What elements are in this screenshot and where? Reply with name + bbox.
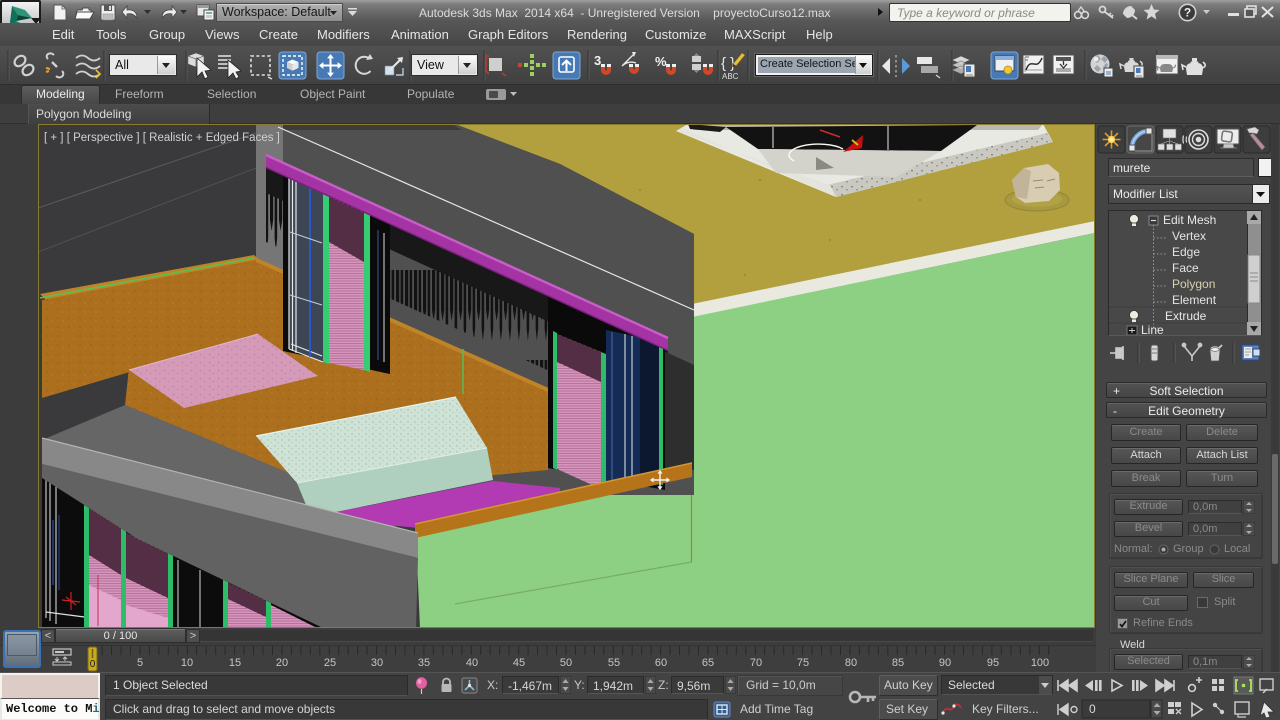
svg-text:Edit Mesh: Edit Mesh bbox=[1163, 213, 1216, 227]
svg-text:Edge: Edge bbox=[1172, 245, 1200, 259]
svg-text:?: ? bbox=[1184, 6, 1191, 20]
svg-text:3: 3 bbox=[594, 53, 601, 68]
svg-text:Line: Line bbox=[1141, 323, 1164, 335]
svg-text:65: 65 bbox=[702, 657, 714, 669]
svg-text:[ + ] [ Perspective ] [ Realis: [ + ] [ Perspective ] [ Realistic + Edge… bbox=[44, 132, 280, 144]
svg-text:70: 70 bbox=[750, 657, 762, 669]
svg-text:45: 45 bbox=[513, 657, 525, 669]
svg-text:Polygon: Polygon bbox=[1172, 277, 1215, 291]
svg-text:10: 10 bbox=[181, 657, 193, 669]
svg-text:Face: Face bbox=[1172, 261, 1199, 275]
svg-text:25: 25 bbox=[324, 657, 336, 669]
svg-text:35: 35 bbox=[418, 657, 430, 669]
svg-text:90: 90 bbox=[939, 657, 951, 669]
svg-text:55: 55 bbox=[608, 657, 620, 669]
svg-text:0: 0 bbox=[90, 659, 96, 670]
svg-text:0: 0 bbox=[1089, 702, 1096, 716]
svg-text:Extrude: Extrude bbox=[1165, 309, 1207, 323]
svg-text:75: 75 bbox=[797, 657, 809, 669]
svg-text:30: 30 bbox=[371, 657, 383, 669]
svg-text:50: 50 bbox=[560, 657, 572, 669]
svg-text:95: 95 bbox=[987, 657, 999, 669]
svg-text:80: 80 bbox=[845, 657, 857, 669]
svg-text:Element: Element bbox=[1172, 293, 1217, 307]
svg-text:5: 5 bbox=[137, 657, 143, 669]
svg-text:40: 40 bbox=[466, 657, 478, 669]
svg-text:100: 100 bbox=[1031, 657, 1049, 669]
svg-text:20: 20 bbox=[276, 657, 288, 669]
svg-text:60: 60 bbox=[655, 657, 667, 669]
svg-text:ABC: ABC bbox=[722, 72, 739, 81]
svg-text:85: 85 bbox=[892, 657, 904, 669]
svg-text:15: 15 bbox=[229, 657, 241, 669]
svg-text:Vertex: Vertex bbox=[1172, 229, 1206, 243]
svg-text:%: % bbox=[655, 54, 667, 69]
